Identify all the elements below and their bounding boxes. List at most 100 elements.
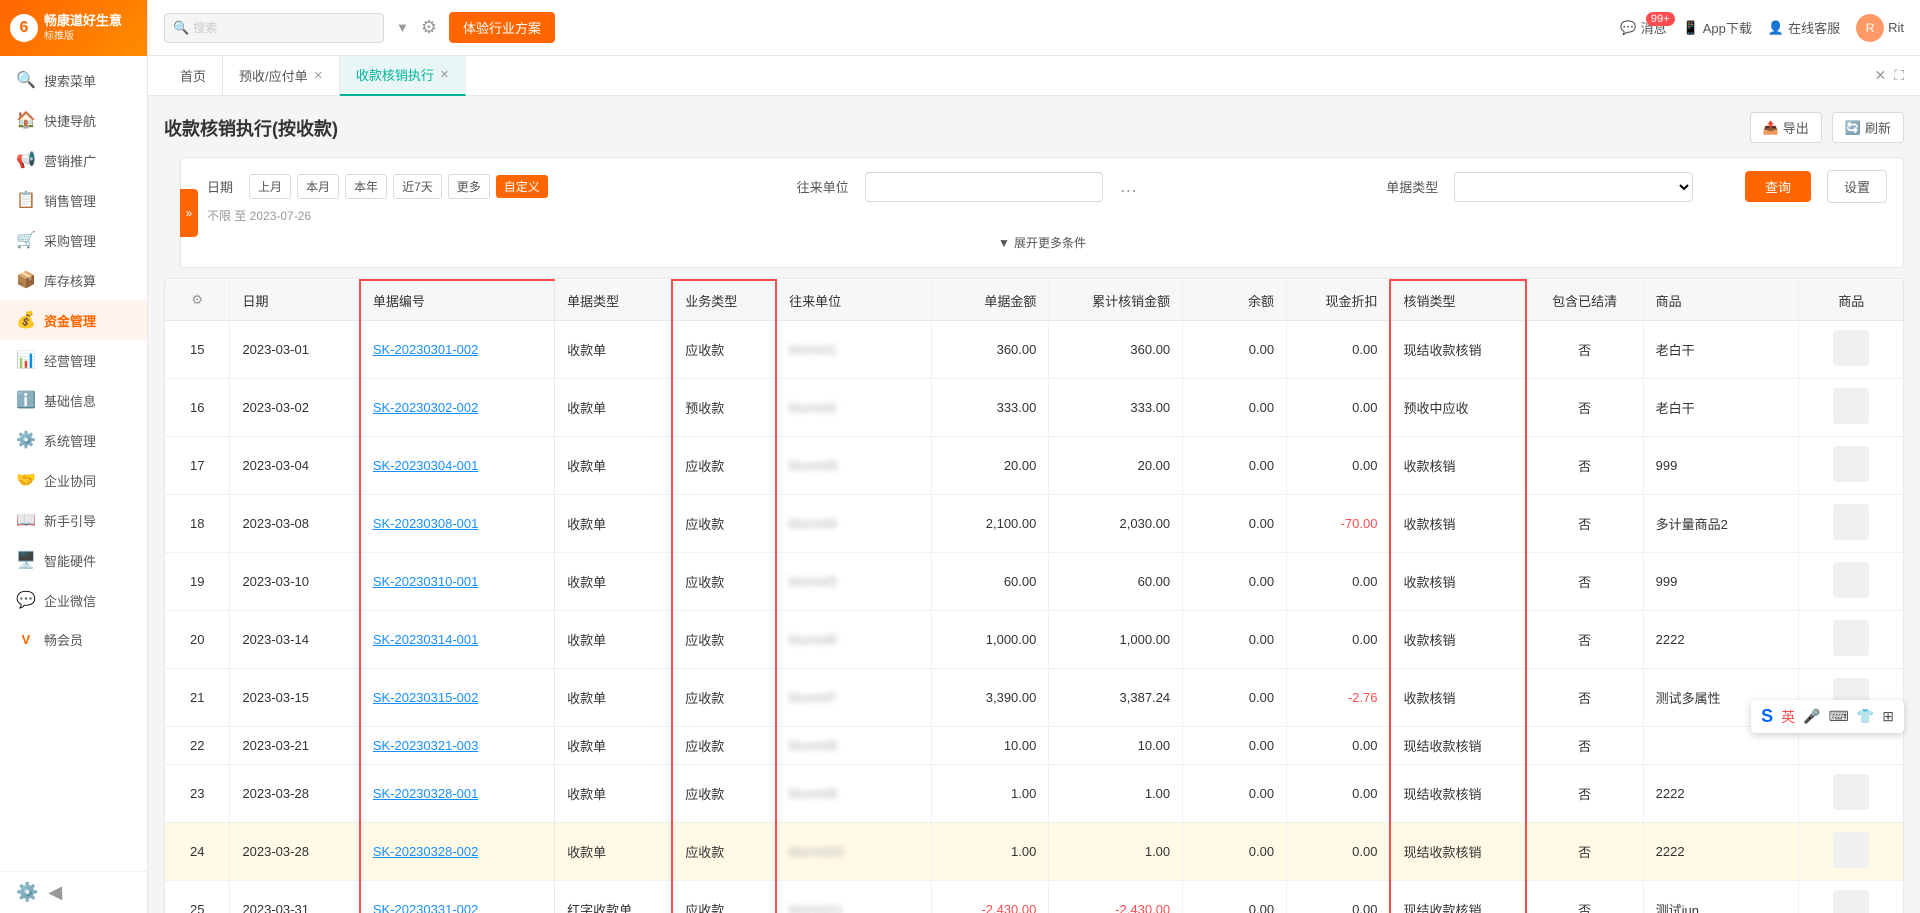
date-btn-more[interactable]: 更多 [448, 174, 490, 199]
input-method-bar[interactable]: S 英 🎤 ⌨ 👕 ⊞ [1751, 700, 1904, 733]
operations-icon: 📊 [16, 350, 36, 370]
cell-cumamt: 1.00 [1049, 823, 1183, 881]
tab-close-exec-close[interactable]: ✕ [440, 68, 449, 81]
user-info[interactable]: R Rit [1856, 14, 1904, 42]
sidebar-item-funds[interactable]: 💰 资金管理 [0, 300, 147, 340]
sidebar-item-label: 智能硬件 [44, 551, 96, 570]
cell-date: 2023-03-31 [230, 881, 360, 913]
export-button[interactable]: 📤 导出 [1750, 112, 1822, 143]
online-service-button[interactable]: 👤 在线客服 [1768, 18, 1840, 37]
sidebar-item-enterprise[interactable]: 🤝 企业协同 [0, 460, 147, 500]
expand-more-button[interactable]: ▼ 展开更多条件 [986, 230, 1098, 255]
cell-seq: 21 [165, 669, 230, 727]
date-btn-prev-month[interactable]: 上月 [249, 174, 291, 199]
date-range-display: 不限 至 2023-07-26 [207, 209, 311, 223]
sidebar-item-nav[interactable]: 🏠 快捷导航 [0, 100, 147, 140]
sidebar-item-label: 基础信息 [44, 391, 96, 410]
cell-goods: 2222 [1643, 823, 1799, 881]
sidebar-item-operations[interactable]: 📊 经营管理 [0, 340, 147, 380]
topbar-search-box[interactable]: 🔍 搜索 [164, 13, 384, 43]
message-button[interactable]: 💬 消息 99+ [1620, 18, 1666, 37]
docno-link[interactable]: SK-20230308-001 [373, 516, 479, 531]
table-row: 17 2023-03-04 SK-20230304-001 收款单 应收款 bl… [165, 437, 1903, 495]
home-icon: 🏠 [16, 110, 36, 130]
app-download-label: App下载 [1703, 18, 1752, 37]
export-icon: 📤 [1763, 120, 1779, 136]
sidebar-item-label: 资金管理 [44, 311, 96, 330]
cell-incl: 否 [1526, 321, 1644, 379]
settings-button[interactable]: 设置 [1827, 170, 1887, 203]
docno-link[interactable]: SK-20230328-002 [373, 844, 479, 859]
sidebar: 6 畅康道好生意 标推版 🔍 搜索菜单 🏠 快捷导航 📢 营销推广 📋 销售管理… [0, 0, 148, 913]
cell-cumamt: 2,030.00 [1049, 495, 1183, 553]
industry-solution-button[interactable]: 体验行业方案 [449, 12, 555, 43]
sidebar-item-wechat[interactable]: 💬 企业微信 [0, 580, 147, 620]
cell-cumamt: 20.00 [1049, 437, 1183, 495]
collapse-icon[interactable]: ◀ [48, 882, 62, 903]
cell-goods: 老白干 [1643, 379, 1799, 437]
query-button[interactable]: 查询 [1745, 171, 1811, 202]
docno-link[interactable]: SK-20230302-002 [373, 400, 479, 415]
th-docno: 单据编号 [360, 280, 555, 321]
sidebar-item-basic[interactable]: ℹ️ 基础信息 [0, 380, 147, 420]
mic-icon[interactable]: 🎤 [1803, 708, 1820, 725]
funds-icon: 💰 [16, 310, 36, 330]
doctype-filter-select[interactable] [1454, 172, 1693, 202]
cell-doctype: 收款单 [555, 823, 673, 881]
cell-incl: 否 [1526, 437, 1644, 495]
docno-link[interactable]: SK-20230314-001 [373, 632, 479, 647]
cell-amount: 3,390.00 [932, 669, 1049, 727]
gear-icon[interactable]: ⚙ [421, 17, 437, 38]
docno-link[interactable]: SK-20230304-001 [373, 458, 479, 473]
sidebar-item-system[interactable]: ⚙️ 系统管理 [0, 420, 147, 460]
settings-icon[interactable]: ⚙️ [16, 882, 38, 903]
tab-maximize-icon[interactable]: ⛶ [1894, 67, 1904, 84]
cell-cumamt: 1,000.00 [1049, 611, 1183, 669]
tab-home[interactable]: 首页 [164, 56, 223, 96]
th-discount: 现金折扣 [1287, 280, 1391, 321]
sidebar-item-guide[interactable]: 📖 新手引导 [0, 500, 147, 540]
grid-icon[interactable]: ⊞ [1882, 708, 1894, 725]
dropdown-arrow-icon[interactable]: ▼ [396, 20, 409, 35]
sidebar-item-marketing[interactable]: 📢 营销推广 [0, 140, 147, 180]
filter-expand-button[interactable]: » [180, 189, 198, 237]
table-scroll[interactable]: ⚙ 日期 单据编号 单据类型 业务类型 往来单位 单据金额 累计核销金额 余额 [165, 279, 1903, 913]
table-header: ⚙ 日期 单据编号 单据类型 业务类型 往来单位 单据金额 累计核销金额 余额 [165, 280, 1903, 321]
shirt-icon[interactable]: 👕 [1857, 708, 1874, 725]
app-icon: 📱 [1683, 20, 1699, 36]
app-download-button[interactable]: 📱 App下载 [1683, 18, 1752, 37]
app-logo: 6 畅康道好生意 标推版 [0, 0, 147, 56]
cell-docno: SK-20230304-001 [360, 437, 555, 495]
docno-link[interactable]: SK-20230328-001 [373, 786, 479, 801]
date-btn-this-month[interactable]: 本月 [297, 174, 339, 199]
sidebar-item-sales[interactable]: 📋 销售管理 [0, 180, 147, 220]
docno-link[interactable]: SK-20230315-002 [373, 690, 479, 705]
sidebar-item-inventory[interactable]: 📦 库存核算 [0, 260, 147, 300]
keyboard-icon[interactable]: ⌨ [1829, 708, 1849, 725]
tab-prepay-close[interactable]: ✕ [314, 69, 323, 82]
sidebar-item-member[interactable]: V 畅会员 [0, 620, 147, 659]
docno-link[interactable]: SK-20230310-001 [373, 574, 479, 589]
cell-biztype: 应收款 [672, 321, 776, 379]
tab-close-exec[interactable]: 收款核销执行 ✕ [340, 56, 466, 96]
th-gear[interactable]: ⚙ [165, 280, 230, 321]
sidebar-item-search[interactable]: 🔍 搜索菜单 [0, 60, 147, 100]
date-btn-custom[interactable]: 自定义 [496, 175, 548, 198]
refresh-button[interactable]: 🔄 刷新 [1832, 112, 1904, 143]
sidebar-item-hardware[interactable]: 🖥️ 智能硬件 [0, 540, 147, 580]
date-btn-7days[interactable]: 近7天 [393, 174, 442, 199]
tab-prepay[interactable]: 预收/应付单 ✕ [223, 56, 340, 96]
english-icon[interactable]: 英 [1781, 707, 1795, 727]
gear-icon[interactable]: ⚙ [191, 292, 203, 307]
app-version: 标推版 [44, 30, 122, 43]
docno-link[interactable]: SK-20230321-003 [373, 738, 479, 753]
docno-link[interactable]: SK-20230331-002 [373, 902, 479, 913]
sidebar-item-purchase[interactable]: 🛒 采购管理 [0, 220, 147, 260]
party-filter-input[interactable] [865, 172, 1104, 202]
refresh-icon: 🔄 [1845, 120, 1861, 136]
docno-link[interactable]: SK-20230301-002 [373, 342, 479, 357]
tabbar: 首页 预收/应付单 ✕ 收款核销执行 ✕ ✕ ⛶ [148, 56, 1920, 96]
date-btn-this-year[interactable]: 本年 [345, 174, 387, 199]
page-container: 收款核销执行(按收款) 📤 导出 🔄 刷新 » [148, 96, 1920, 913]
tab-close-icon[interactable]: ✕ [1874, 67, 1886, 84]
